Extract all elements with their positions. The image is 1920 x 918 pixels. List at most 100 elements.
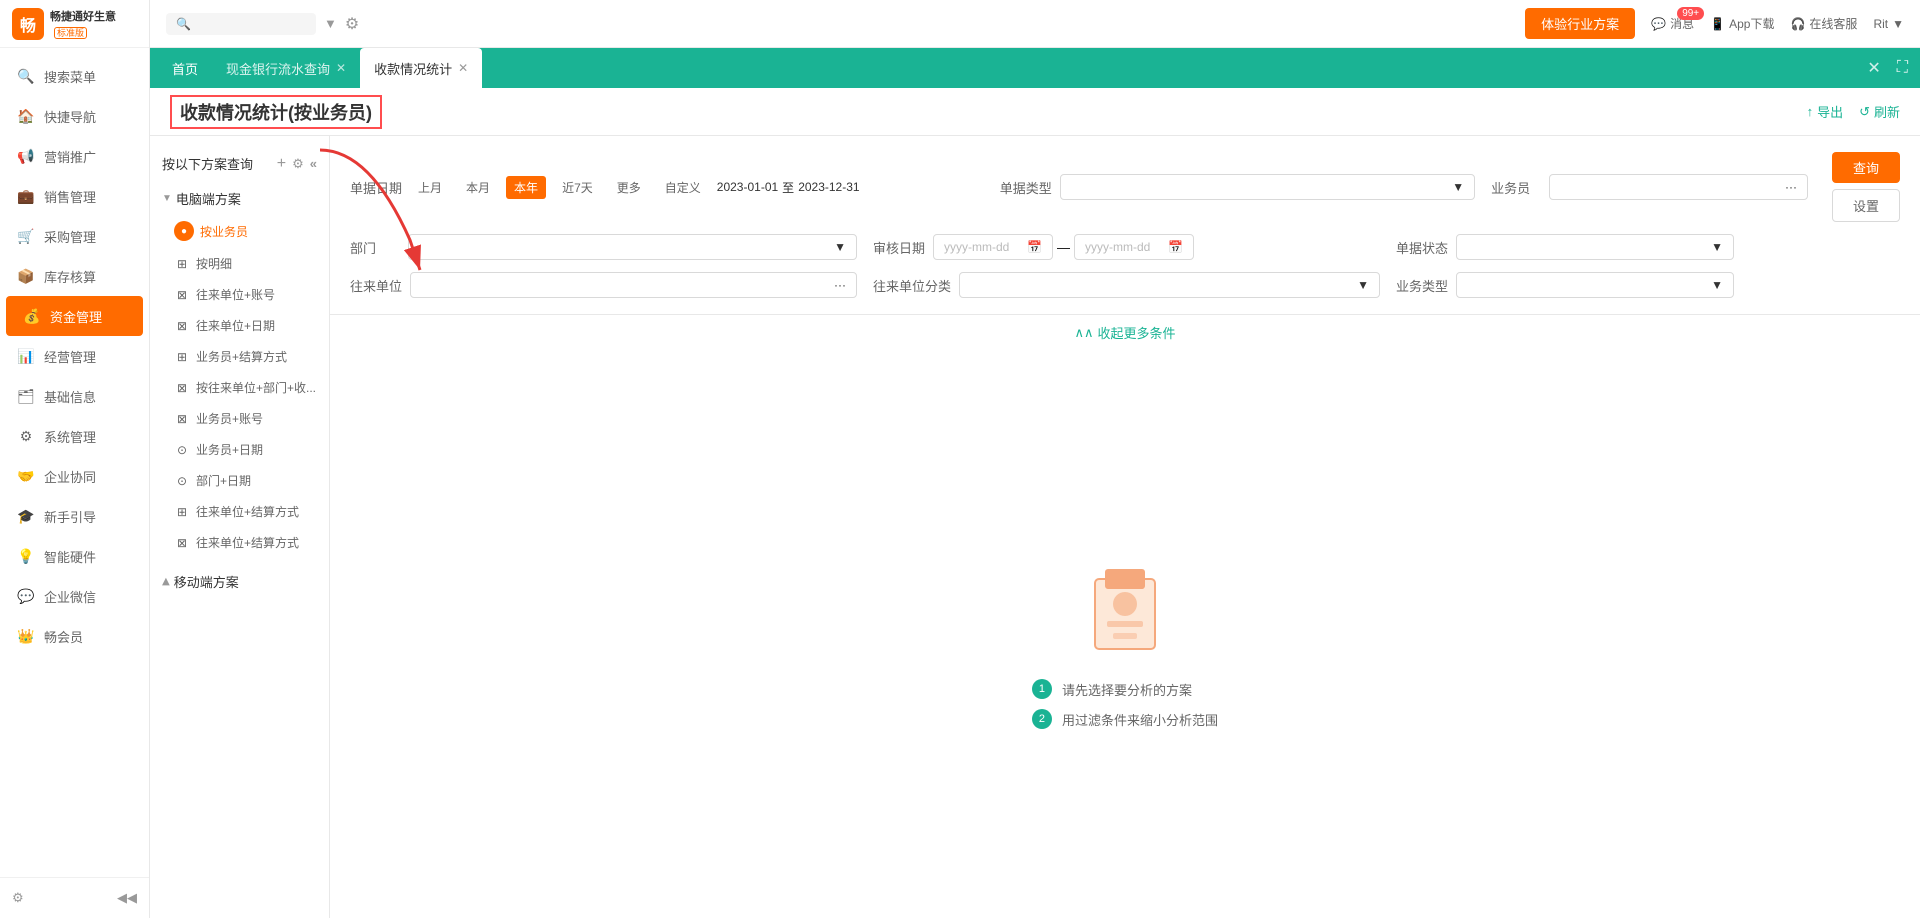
biz-type-input[interactable]: ▼	[1456, 272, 1734, 298]
main-area: 🔍 ▼ ⚙ 体验行业方案 💬 消息 99+ 📱 App下载 🎧 在线客服 Ri	[150, 0, 1920, 918]
collapse-sidebar-icon[interactable]: ◀◀	[117, 890, 137, 906]
empty-tips: 1 请先选择要分析的方案 2 用过滤条件来缩小分析范围	[1032, 679, 1218, 729]
scheme-item-by-salesperson[interactable]: ● 按业务员	[150, 214, 329, 248]
doc-type-dropdown-icon: ▼	[1452, 180, 1464, 194]
scheme-item-unit-account[interactable]: ⊠ 往来单位+账号	[150, 279, 329, 310]
refresh-button[interactable]: ↺ 刷新	[1859, 102, 1900, 121]
tab-bank-flow-close[interactable]: ✕	[336, 61, 346, 75]
doc-type-input[interactable]: ▼	[1060, 174, 1475, 200]
sidebar-item-wechat[interactable]: 💬 企业微信	[0, 576, 149, 616]
scheme-item-unit-dept-collect[interactable]: ⊠ 按往来单位+部门+收...	[150, 372, 329, 403]
filter-review-date: 审核日期 yyyy-mm-dd 📅 — yyyy-mm-dd 📅	[873, 234, 1380, 260]
tab-collection-stats[interactable]: 收款情况统计 ✕	[360, 48, 482, 88]
scheme-settings-icon[interactable]: ⚙	[292, 156, 304, 172]
sidebar-item-basic-info[interactable]: 🗂 基础信息	[0, 376, 149, 416]
sidebar-item-sales[interactable]: 💼 销售管理	[0, 176, 149, 216]
salesperson-label: 业务员	[1491, 178, 1541, 197]
empty-state: 1 请先选择要分析的方案 2 用过滤条件来缩小分析范围	[330, 350, 1920, 918]
calendar-from-icon: 📅	[1027, 240, 1042, 254]
scheme-item-unit-payment2[interactable]: ⊠ 往来单位+结算方式	[150, 527, 329, 558]
sidebar-nav: 🔍 搜索菜单 🏠 快捷导航 📢 营销推广 💼 销售管理 🛒 采购管理 📦 库存核…	[0, 48, 149, 877]
sidebar-item-inventory[interactable]: 📦 库存核算	[0, 256, 149, 296]
online-service-button[interactable]: 🎧 在线客服	[1790, 15, 1857, 32]
date-tab-7days[interactable]: 近7天	[554, 176, 601, 199]
dept-input[interactable]: ▼	[408, 234, 857, 260]
counterparty-class-input[interactable]: ▼	[959, 272, 1380, 298]
review-date-from[interactable]: yyyy-mm-dd 📅	[933, 234, 1053, 260]
review-date-range: yyyy-mm-dd 📅 — yyyy-mm-dd 📅	[933, 234, 1194, 260]
counterparty-label: 往来单位	[350, 276, 402, 295]
page-header: 收款情况统计(按业务员) ↑ 导出 ↺ 刷新	[150, 88, 1920, 136]
sp-date-icon: ⊙	[174, 442, 190, 458]
export-button[interactable]: ↑ 导出	[1807, 102, 1844, 121]
topbar-search-box[interactable]: 🔍	[166, 13, 316, 35]
filter-area: 单据日期 上月 本月 本年 近7天 更多 自定义 2023-01-01 至	[330, 136, 1920, 315]
page-actions: ↑ 导出 ↺ 刷新	[1807, 102, 1900, 121]
scheme-item-detail[interactable]: ⊞ 按明细	[150, 248, 329, 279]
tab-collection-stats-close[interactable]: ✕	[458, 61, 468, 75]
sidebar-item-finance[interactable]: 💰 资金管理	[6, 296, 143, 336]
message-button[interactable]: 💬 消息 99+	[1651, 15, 1694, 32]
unit-date-icon: ⊠	[174, 318, 190, 334]
date-tab-more[interactable]: 更多	[609, 176, 649, 199]
collapse-filter-button[interactable]: ∧∧ 收起更多条件	[330, 315, 1920, 350]
scheme-item-salesperson-date[interactable]: ⊙ 业务员+日期	[150, 434, 329, 465]
logo-text: 畅捷通好生意	[50, 8, 116, 24]
sidebar-item-quicknav[interactable]: 🏠 快捷导航	[0, 96, 149, 136]
review-date-to[interactable]: yyyy-mm-dd 📅	[1074, 234, 1194, 260]
biz-type-label: 业务类型	[1396, 276, 1448, 295]
tab-home[interactable]: 首页	[158, 48, 212, 88]
topbar-dropdown-icon[interactable]: ▼	[324, 16, 337, 31]
add-scheme-icon[interactable]: +	[277, 155, 286, 173]
scheme-item-unit-payment1[interactable]: ⊞ 往来单位+结算方式	[150, 496, 329, 527]
home-icon: 🏠	[16, 106, 36, 126]
inventory-icon: 📦	[16, 266, 36, 286]
scheme-item-unit-date[interactable]: ⊠ 往来单位+日期	[150, 310, 329, 341]
settings-bottom-icon[interactable]: ⚙	[12, 890, 24, 906]
collapse-panel-icon[interactable]: «	[310, 156, 317, 171]
user-name[interactable]: Rit ▼	[1873, 17, 1904, 31]
sidebar-item-management[interactable]: 📊 经营管理	[0, 336, 149, 376]
query-button[interactable]: 查询	[1832, 152, 1900, 183]
sidebar-item-system[interactable]: ⚙ 系统管理	[0, 416, 149, 456]
scheme-group-mobile-title[interactable]: ▶ 移动端方案	[150, 566, 329, 597]
unit-pay2-icon: ⊠	[174, 535, 190, 551]
marketing-icon: 📢	[16, 146, 36, 166]
review-date-label: 审核日期	[873, 238, 925, 257]
scheme-item-salesperson-account[interactable]: ⊠ 业务员+账号	[150, 403, 329, 434]
salesperson-input[interactable]: ···	[1549, 174, 1808, 200]
sidebar-item-search[interactable]: 🔍 搜索菜单	[0, 56, 149, 96]
salesperson-more-icon: ···	[1785, 180, 1797, 194]
date-tab-this-year[interactable]: 本年	[506, 176, 546, 199]
set-button[interactable]: 设置	[1832, 189, 1900, 222]
window-maximize-icon[interactable]: ⛶	[1893, 59, 1912, 77]
unit-dept-icon: ⊠	[174, 380, 190, 396]
sidebar-item-guide[interactable]: 🎓 新手引导	[0, 496, 149, 536]
date-tab-custom[interactable]: 自定义	[657, 176, 709, 199]
left-panel: 按以下方案查询 + ⚙ « ▼ 电脑端方案 ● 按业务员 ⊞	[150, 136, 330, 918]
sidebar-item-hardware[interactable]: 💡 智能硬件	[0, 536, 149, 576]
trial-button[interactable]: 体验行业方案	[1525, 8, 1635, 39]
date-tab-this-month[interactable]: 本月	[458, 176, 498, 199]
sidebar-item-purchase[interactable]: 🛒 采购管理	[0, 216, 149, 256]
wechat-icon: 💬	[16, 586, 36, 606]
tab-bank-flow[interactable]: 现金银行流水查询 ✕	[212, 48, 360, 88]
app-download-button[interactable]: 📱 App下载	[1710, 15, 1774, 32]
date-tab-last-month[interactable]: 上月	[410, 176, 450, 199]
scheme-group-desktop-title[interactable]: ▼ 电脑端方案	[150, 183, 329, 214]
window-close-icon[interactable]: ✕	[1863, 58, 1884, 78]
user-dropdown-icon: ▼	[1892, 17, 1904, 31]
doc-status-input[interactable]: ▼	[1456, 234, 1734, 260]
sidebar-item-collab[interactable]: 🤝 企业协同	[0, 456, 149, 496]
info-icon: 🗂	[16, 386, 36, 406]
edition-badge: 标准版	[54, 27, 87, 39]
counterparty-input[interactable]: ···	[410, 272, 857, 298]
date-tabs: 上月 本月 本年 近7天 更多 自定义	[410, 176, 709, 199]
sidebar-item-marketing[interactable]: 📢 营销推广	[0, 136, 149, 176]
logo-icon: 畅	[12, 8, 44, 40]
sidebar-item-member[interactable]: 👑 畅会员	[0, 616, 149, 656]
scheme-item-salesperson-payment[interactable]: ⊞ 业务员+结算方式	[150, 341, 329, 372]
dept-dropdown-icon: ▼	[834, 240, 846, 254]
topbar-settings-icon[interactable]: ⚙	[345, 14, 359, 34]
scheme-item-dept-date[interactable]: ⊙ 部门+日期	[150, 465, 329, 496]
